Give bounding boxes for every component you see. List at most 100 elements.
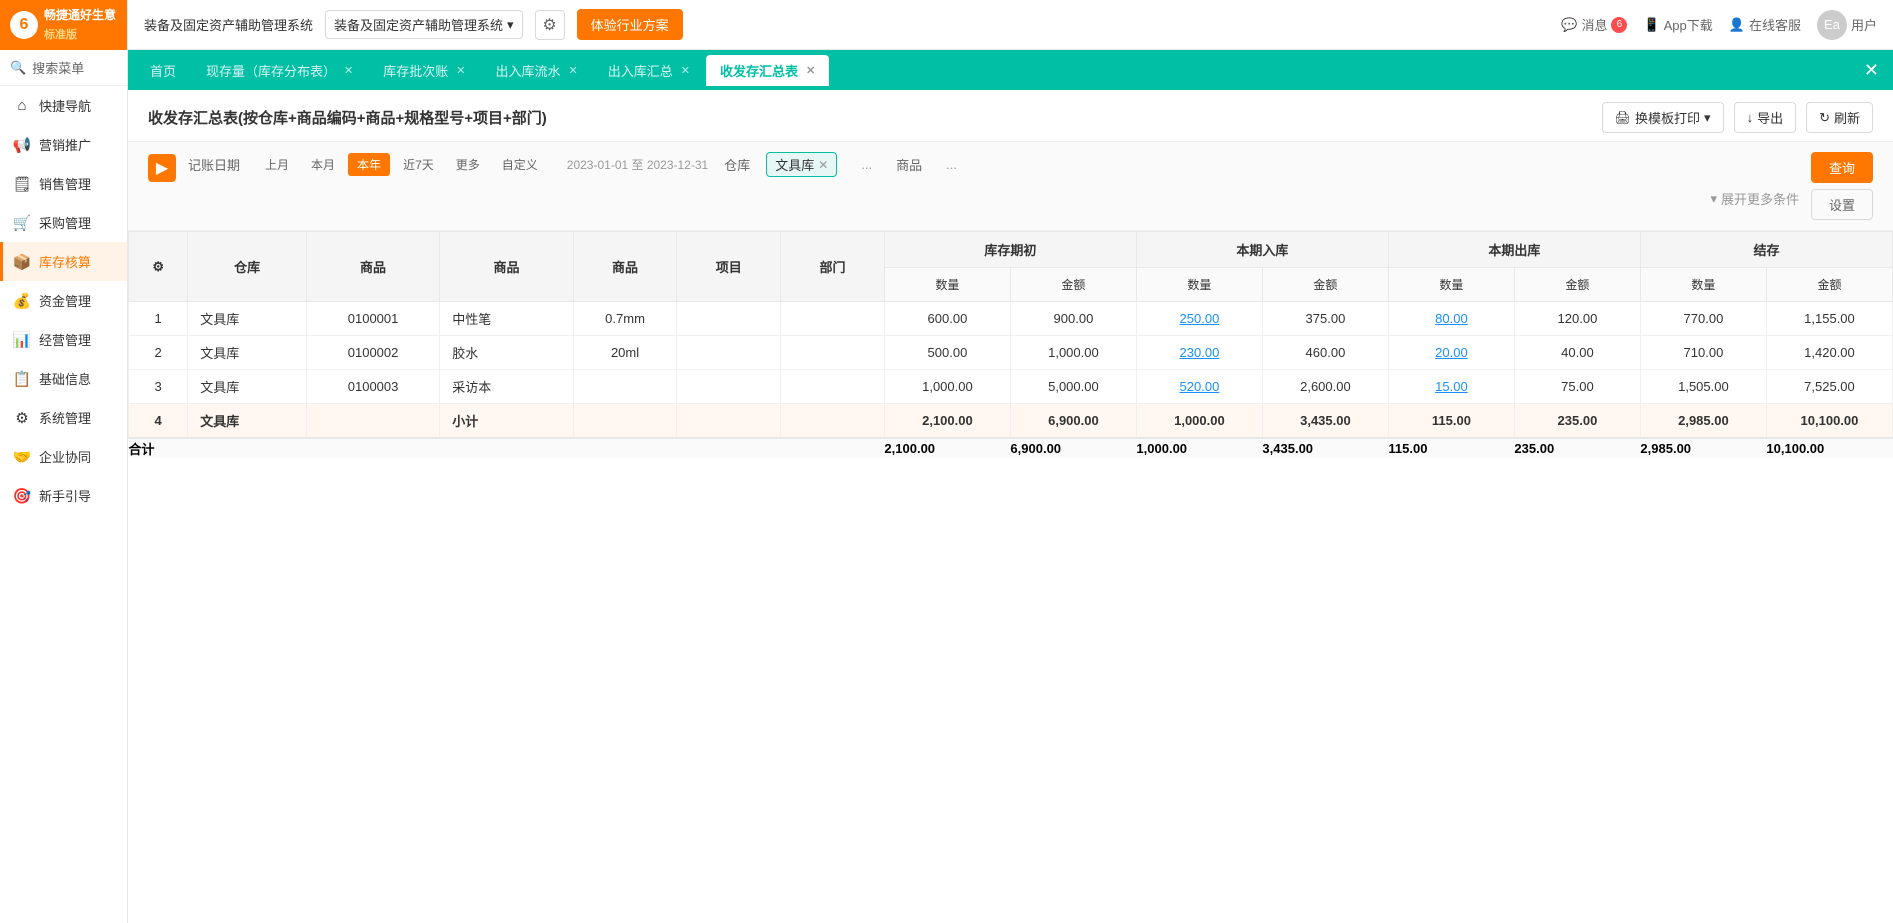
cell-in-amt: 460.00: [1262, 336, 1388, 370]
cell-project: [677, 302, 781, 336]
tab-in-out-flow[interactable]: 出入库流水 ✕: [481, 55, 591, 86]
cell-out-qty[interactable]: 20.00: [1388, 336, 1514, 370]
col-header-project: 项目: [677, 232, 781, 302]
cell-open-amt: 6,900.00: [1010, 404, 1136, 439]
goods-more-button[interactable]: ...: [938, 155, 965, 174]
tab-batch-ledger[interactable]: 库存批次账 ✕: [369, 55, 479, 86]
tab-home[interactable]: 首页: [136, 55, 190, 86]
tab-bar-close-all[interactable]: ✕: [1858, 60, 1885, 81]
sidebar-item-sales[interactable]: 🗒 销售管理: [0, 164, 127, 203]
basic-info-icon: 📋: [13, 370, 31, 388]
date-options: 上月 本月 本年 近7天 更多 自定义: [256, 153, 547, 176]
cell-open-qty: 2,100.00: [884, 404, 1010, 439]
cell-seq: 3: [129, 370, 188, 404]
refresh-button[interactable]: ↻ 刷新: [1806, 102, 1873, 133]
experience-button[interactable]: 体验行业方案: [577, 9, 683, 40]
cell-out-qty[interactable]: 80.00: [1388, 302, 1514, 336]
cell-out-amt: 40.00: [1514, 336, 1640, 370]
sidebar-item-label: 销售管理: [39, 174, 91, 193]
cell-bal-amt: 10,100.00: [1766, 404, 1892, 439]
query-button[interactable]: 查询: [1811, 152, 1873, 183]
filter-row-2: ▾ 展开更多条件: [188, 185, 1799, 212]
date-opt-7days[interactable]: 近7天: [394, 153, 443, 176]
filter-settings-button[interactable]: 设置: [1811, 189, 1873, 220]
tab-stock-dist-close[interactable]: ✕: [344, 64, 353, 77]
tab-batch-ledger-close[interactable]: ✕: [456, 64, 465, 77]
sidebar-search[interactable]: 🔍 搜索菜单: [0, 50, 127, 86]
date-opt-custom[interactable]: 自定义: [493, 153, 547, 176]
sidebar-item-management[interactable]: 📊 经营管理: [0, 320, 127, 359]
chevron-down-icon: ▾: [1704, 110, 1711, 126]
tab-in-out-summary-close[interactable]: ✕: [681, 64, 690, 77]
user-label: 用户: [1851, 15, 1877, 34]
footer-out-amt: 235.00: [1514, 438, 1640, 458]
date-opt-last-month[interactable]: 上月: [256, 153, 298, 176]
sidebar-item-enterprise[interactable]: 🤝 企业协同: [0, 437, 127, 476]
finance-icon: 💰: [13, 292, 31, 310]
tab-stock-dist[interactable]: 现存量（库存分布表） ✕: [192, 55, 367, 86]
warehouse-tag: 文具库 ✕: [766, 152, 837, 177]
data-table: ⚙ 仓库 商品 商品 商品: [128, 231, 1893, 458]
table-row: 2文具库0100002胶水20ml500.001,000.00230.00460…: [129, 336, 1893, 370]
data-table-wrapper: ⚙ 仓库 商品 商品 商品: [128, 231, 1893, 458]
cell-out-qty[interactable]: 15.00: [1388, 370, 1514, 404]
col-sub-out-qty: 数量: [1388, 268, 1514, 302]
cell-warehouse: 文具库: [188, 404, 307, 439]
filter-toggle-button[interactable]: ▶: [148, 154, 176, 182]
app-download-label: App下载: [1664, 15, 1713, 34]
system-title: 装备及固定资产辅助管理系统: [144, 15, 313, 34]
app-download-button[interactable]: 📱 App下载: [1643, 15, 1712, 34]
cell-in-qty[interactable]: 250.00: [1136, 302, 1262, 336]
sidebar-item-inventory[interactable]: 📦 库存核算: [0, 242, 127, 281]
message-icon: 💬: [1561, 17, 1577, 33]
top-header: 装备及固定资产辅助管理系统 装备及固定资产辅助管理系统 ▾ ⚙ 体验行业方案 💬…: [128, 0, 1893, 50]
cell-bal-amt: 1,155.00: [1766, 302, 1892, 336]
tab-receive-send-summary[interactable]: 收发存汇总表 ✕: [706, 55, 829, 86]
date-opt-this-month[interactable]: 本月: [302, 153, 344, 176]
sidebar-item-guide[interactable]: 🎯 新手引导: [0, 476, 127, 515]
warehouse-more-button[interactable]: ...: [853, 155, 880, 174]
tab-in-out-summary[interactable]: 出入库汇总 ✕: [594, 55, 704, 86]
warehouse-tag-remove[interactable]: ✕: [818, 158, 828, 172]
cell-spec: 0.7mm: [573, 302, 677, 336]
sidebar-item-basic-info[interactable]: 📋 基础信息: [0, 359, 127, 398]
col-sub-out-amt: 金额: [1514, 268, 1640, 302]
expand-button[interactable]: ▾ 展开更多条件: [1710, 185, 1799, 212]
template-print-button[interactable]: 🖨 换模板打印 ▾: [1602, 102, 1724, 133]
date-opt-more[interactable]: 更多: [447, 153, 489, 176]
download-icon: 📱: [1643, 17, 1659, 33]
chevron-down-icon: ▾: [507, 17, 514, 33]
sidebar-item-quick-nav[interactable]: ⌂ 快捷导航: [0, 86, 127, 125]
system-selector[interactable]: 装备及固定资产辅助管理系统 ▾: [325, 10, 523, 39]
col-header-settings[interactable]: ⚙: [129, 232, 188, 302]
cell-bal-qty: 710.00: [1640, 336, 1766, 370]
tab-in-out-flow-close[interactable]: ✕: [569, 64, 578, 77]
settings-button[interactable]: ⚙: [535, 10, 565, 40]
sidebar-item-label: 营销推广: [39, 135, 91, 154]
cell-in-amt: 375.00: [1262, 302, 1388, 336]
user-menu[interactable]: Ea 用户: [1817, 10, 1877, 40]
online-service-button[interactable]: 👤 在线客服: [1729, 15, 1801, 34]
tab-receive-send-summary-close[interactable]: ✕: [806, 64, 815, 77]
tab-receive-send-summary-label: 收发存汇总表: [720, 61, 798, 80]
tab-stock-dist-label: 现存量（库存分布表）: [206, 61, 336, 80]
cell-bal-amt: 7,525.00: [1766, 370, 1892, 404]
sidebar-item-marketing[interactable]: 📢 营销推广: [0, 125, 127, 164]
refresh-icon: ↻: [1819, 110, 1830, 126]
home-icon: ⌂: [13, 97, 31, 115]
date-opt-this-year[interactable]: 本年: [348, 153, 390, 176]
messages-button[interactable]: 💬 消息 6: [1561, 15, 1627, 34]
sidebar-item-purchase[interactable]: 🛒 采购管理: [0, 203, 127, 242]
footer-open-qty: 2,100.00: [884, 438, 1010, 458]
sidebar-item-finance[interactable]: 💰 资金管理: [0, 281, 127, 320]
col-header-name: 商品: [440, 232, 573, 302]
sidebar-item-system[interactable]: ⚙ 系统管理: [0, 398, 127, 437]
export-button[interactable]: ↓ 导出: [1734, 102, 1797, 133]
col-sub-in-qty: 数量: [1136, 268, 1262, 302]
service-label: 在线客服: [1749, 15, 1801, 34]
cell-in-qty[interactable]: 230.00: [1136, 336, 1262, 370]
page-actions: 🖨 换模板打印 ▾ ↓ 导出 ↻ 刷新: [1602, 102, 1874, 133]
footer-bal-amt: 10,100.00: [1766, 438, 1892, 458]
cell-in-qty[interactable]: 520.00: [1136, 370, 1262, 404]
app-edition: 标准版: [44, 26, 116, 42]
